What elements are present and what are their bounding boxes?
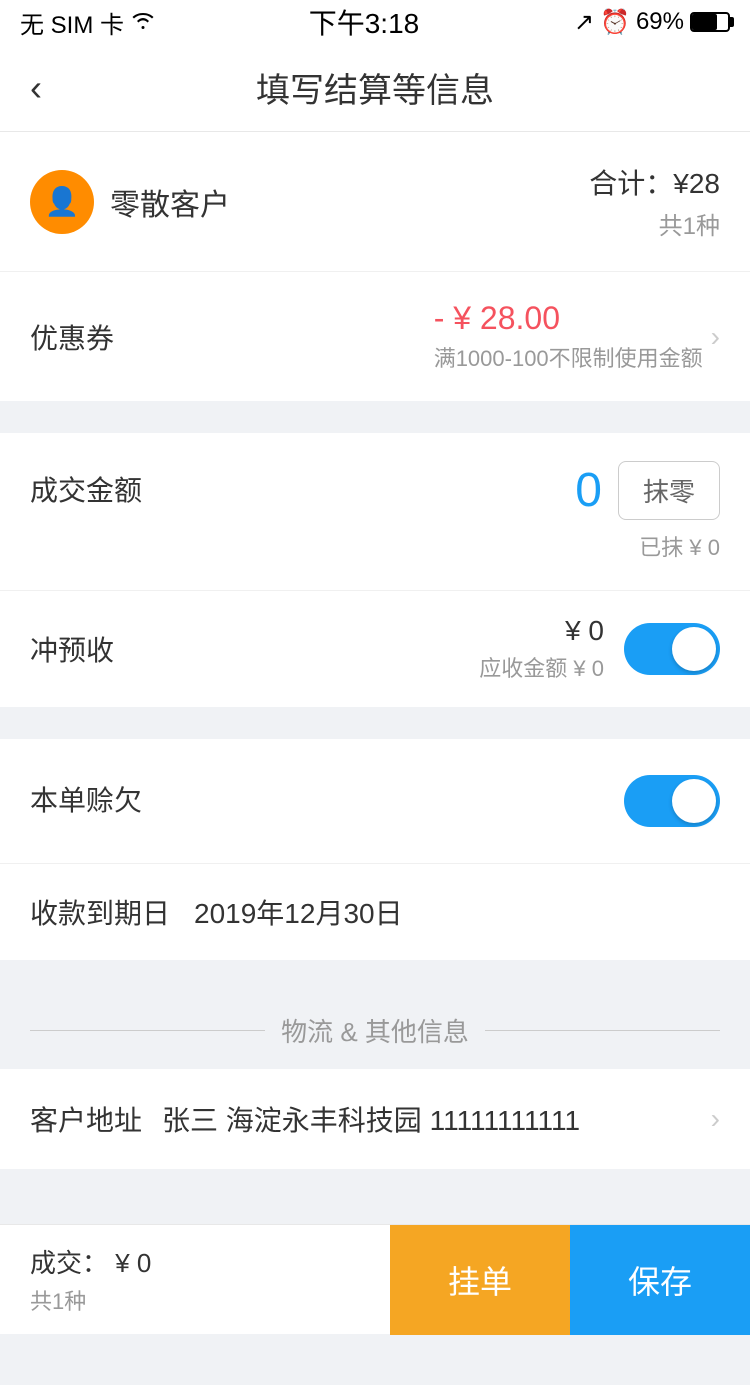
page-title: 填写结算等信息 [256, 63, 494, 112]
customer-row: 👤 零散客户 合计：¥28 共1种 [0, 132, 750, 271]
customer-right: 合计：¥28 共1种 [589, 162, 720, 241]
customer-name: 零散客户 [110, 180, 230, 224]
bottom-summary: 成交： ¥ 0 共1种 [0, 1243, 390, 1316]
credit-label: 本单赊欠 [30, 771, 142, 831]
hold-button[interactable]: 挂单 [390, 1225, 570, 1335]
charge-values: ¥ 0 应收金额 ¥ 0 [479, 615, 604, 683]
coupon-right: - ¥ 28.00 满1000-100不限制使用金额 › [434, 300, 720, 373]
status-time: 下午3:18 [309, 2, 420, 42]
battery-icon [690, 12, 730, 32]
total-amount: 合计：¥28 [589, 162, 720, 202]
credit-toggle[interactable] [624, 775, 720, 827]
location-icon: ↗ [574, 8, 594, 37]
logistics-line-right [485, 1030, 720, 1031]
address-row[interactable]: 客户地址 张三 海淀永丰科技园 11111111111 › [0, 1069, 750, 1169]
coupon-description: 满1000-100不限制使用金额 [434, 341, 703, 373]
logistics-line-left [30, 1030, 265, 1031]
credit-row: 本单赊欠 [0, 739, 750, 863]
already-rounded: 已抹 ¥ 0 [639, 530, 720, 562]
address-value: 张三 海淀永丰科技园 11111111111 [162, 1099, 711, 1139]
customer-section: 👤 零散客户 合计：¥28 共1种 优惠券 - ¥ 28.00 满1000-10… [0, 132, 750, 401]
bottom-bar: 成交： ¥ 0 共1种 挂单 保存 [0, 1224, 750, 1334]
status-bar: 无 SIM 卡 下午3:18 ↗ ⏰ 69% [0, 0, 750, 44]
credit-toggle-knob [672, 779, 716, 823]
duedate-label: 收款到期日 [30, 892, 170, 932]
charge-label: 冲预收 [30, 629, 114, 669]
status-right: ↗ ⏰ 69% [574, 8, 730, 37]
chevron-right-icon: › [711, 321, 720, 353]
wifi-icon [132, 8, 154, 36]
charge-amount: ¥ 0 [479, 615, 604, 647]
amount-label: 成交金额 [30, 461, 142, 521]
alarm-icon: ⏰ [600, 8, 630, 37]
coupon-row[interactable]: 优惠券 - ¥ 28.00 满1000-100不限制使用金额 › [0, 271, 750, 401]
status-left: 无 SIM 卡 [20, 5, 154, 40]
amount-row: 成交金额 0 抹零 已抹 ¥ 0 [0, 433, 750, 590]
address-section: 客户地址 张三 海淀永丰科技园 11111111111 › [0, 1069, 750, 1169]
total-count: 共1种 [589, 206, 720, 241]
charge-toggle[interactable] [624, 623, 720, 675]
charge-sub: 应收金额 ¥ 0 [479, 651, 604, 683]
logistics-label: 物流 & 其他信息 [281, 1012, 469, 1049]
address-chevron-icon: › [711, 1103, 720, 1135]
address-label: 客户地址 [30, 1099, 142, 1139]
coupon-info: - ¥ 28.00 满1000-100不限制使用金额 [434, 300, 703, 373]
customer-left: 👤 零散客户 [30, 170, 230, 234]
coupon-discount: - ¥ 28.00 [434, 300, 703, 337]
bottom-deal: 成交： ¥ 0 [30, 1243, 360, 1280]
nav-bar: ‹ 填写结算等信息 [0, 44, 750, 132]
charge-right: ¥ 0 应收金额 ¥ 0 [479, 615, 720, 683]
toggle-knob [672, 627, 716, 671]
credit-section: 本单赊欠 收款到期日 2019年12月30日 [0, 739, 750, 960]
carrier-label: 无 SIM 卡 [20, 5, 124, 40]
transaction-section: 成交金额 0 抹零 已抹 ¥ 0 冲预收 ¥ 0 应收金额 ¥ 0 [0, 433, 750, 707]
deal-amount: ¥ 0 [115, 1248, 151, 1278]
deal-label: 成交： [30, 1248, 108, 1278]
battery-label: 69% [636, 8, 684, 36]
charge-row: 冲预收 ¥ 0 应收金额 ¥ 0 [0, 590, 750, 707]
duedate-row: 收款到期日 2019年12月30日 [0, 863, 750, 960]
coupon-label: 优惠券 [30, 317, 114, 357]
divider-1 [0, 417, 750, 433]
bottom-count: 共1种 [30, 1284, 360, 1316]
duedate-value: 2019年12月30日 [194, 892, 403, 932]
save-button[interactable]: 保存 [570, 1225, 750, 1335]
avatar-icon: 👤 [45, 185, 80, 218]
back-button[interactable]: ‹ [30, 67, 42, 109]
amount-value[interactable]: 0 [575, 463, 602, 518]
customer-avatar: 👤 [30, 170, 94, 234]
round-button[interactable]: 抹零 [618, 461, 720, 520]
amount-right: 0 抹零 已抹 ¥ 0 [575, 461, 720, 562]
logistics-header: 物流 & 其他信息 [0, 992, 750, 1069]
divider-2 [0, 723, 750, 739]
divider-3 [0, 976, 750, 992]
